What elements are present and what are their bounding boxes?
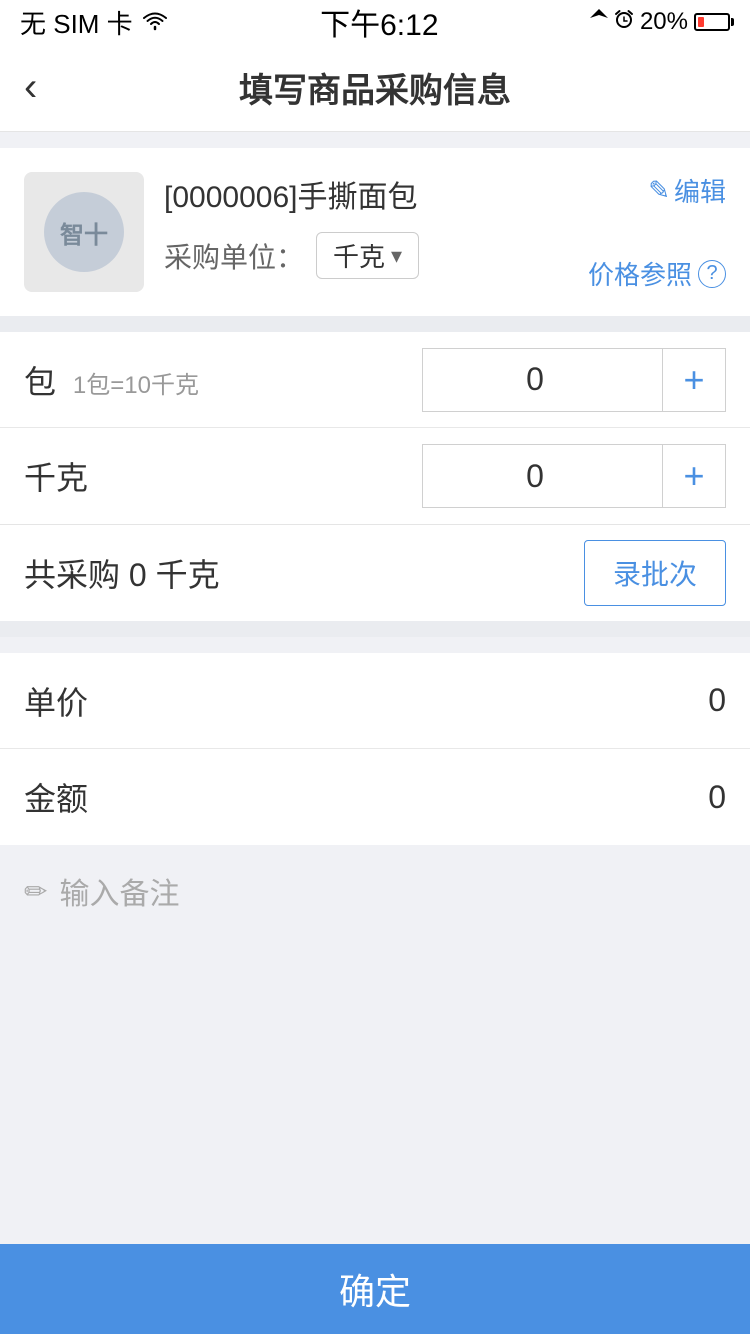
bao-label: 包 1包=10千克 [24,357,422,403]
kg-plus-button[interactable]: + [662,444,726,508]
amount-label: 金额 [24,774,88,820]
section-divider-1 [0,316,750,332]
unit-price-row: 单价 0 [0,653,750,749]
status-left: 无 SIM 卡 [20,4,169,41]
unit-value: 千克 [333,237,385,274]
kg-row: 千克 + [0,428,750,524]
unit-label: 采购单位： [164,236,304,276]
price-ref-button[interactable]: 价格参照 ? [588,255,726,292]
back-button[interactable]: ‹ [24,65,37,110]
edit-icon: ✎ [648,175,670,206]
bao-sub-label: 1包=10千克 [73,372,199,399]
edit-button[interactable]: ✎ 编辑 [648,172,726,209]
total-label: 共采购 0 千克 [24,550,220,596]
location-icon [590,8,608,36]
bao-input-control: + [422,348,726,412]
page-spacer [0,937,750,1217]
amount-value: 0 [708,779,726,816]
unit-arrow-icon: ▾ [391,243,402,269]
alarm-icon [614,8,634,36]
battery-pct: 20% [640,8,688,36]
price-section: 单价 0 金额 0 [0,653,750,845]
unit-price-label: 单价 [24,678,88,724]
nav-bar: ‹ 填写商品采购信息 [0,44,750,132]
battery-icon [694,13,730,31]
status-time: 下午6:12 [320,0,438,44]
bao-input[interactable] [422,348,662,412]
product-logo: 智十 [44,192,124,272]
bao-plus-button[interactable]: + [662,348,726,412]
price-ref-icon: ? [698,260,726,288]
product-card: 智十 [0000006]手撕面包 采购单位： 千克 ▾ ✎ 编辑 价格参照 ? [0,148,750,316]
wifi-icon [141,7,169,38]
remark-section[interactable]: ✏ 输入备注 [0,845,750,937]
section-divider-3 [0,621,750,637]
status-bar: 无 SIM 卡 下午6:12 [0,0,750,44]
product-name: [0000006]手撕面包 [164,172,726,216]
confirm-button[interactable]: 确定 [0,1244,750,1334]
status-right: 20% [590,8,730,36]
bao-row: 包 1包=10千克 + [0,332,750,428]
amount-row: 金额 0 [0,749,750,845]
quantity-input-section: 包 1包=10千克 + 千克 + [0,332,750,524]
sim-label: 无 SIM 卡 [20,4,133,41]
edit-label: 编辑 [674,172,726,209]
page-title: 填写商品采购信息 [239,63,511,112]
kg-input[interactable] [422,444,662,508]
pencil-icon: ✏ [24,875,47,908]
batch-button[interactable]: 录批次 [584,540,726,606]
confirm-label: 确定 [339,1263,411,1315]
product-image: 智十 [24,172,144,292]
unit-price-value: 0 [708,682,726,719]
kg-input-control: + [422,444,726,508]
remark-placeholder: 输入备注 [59,869,179,913]
total-row: 共采购 0 千克 录批次 [0,525,750,621]
kg-label: 千克 [24,453,422,499]
price-ref-label: 价格参照 [588,255,692,292]
unit-dropdown[interactable]: 千克 ▾ [316,232,419,279]
